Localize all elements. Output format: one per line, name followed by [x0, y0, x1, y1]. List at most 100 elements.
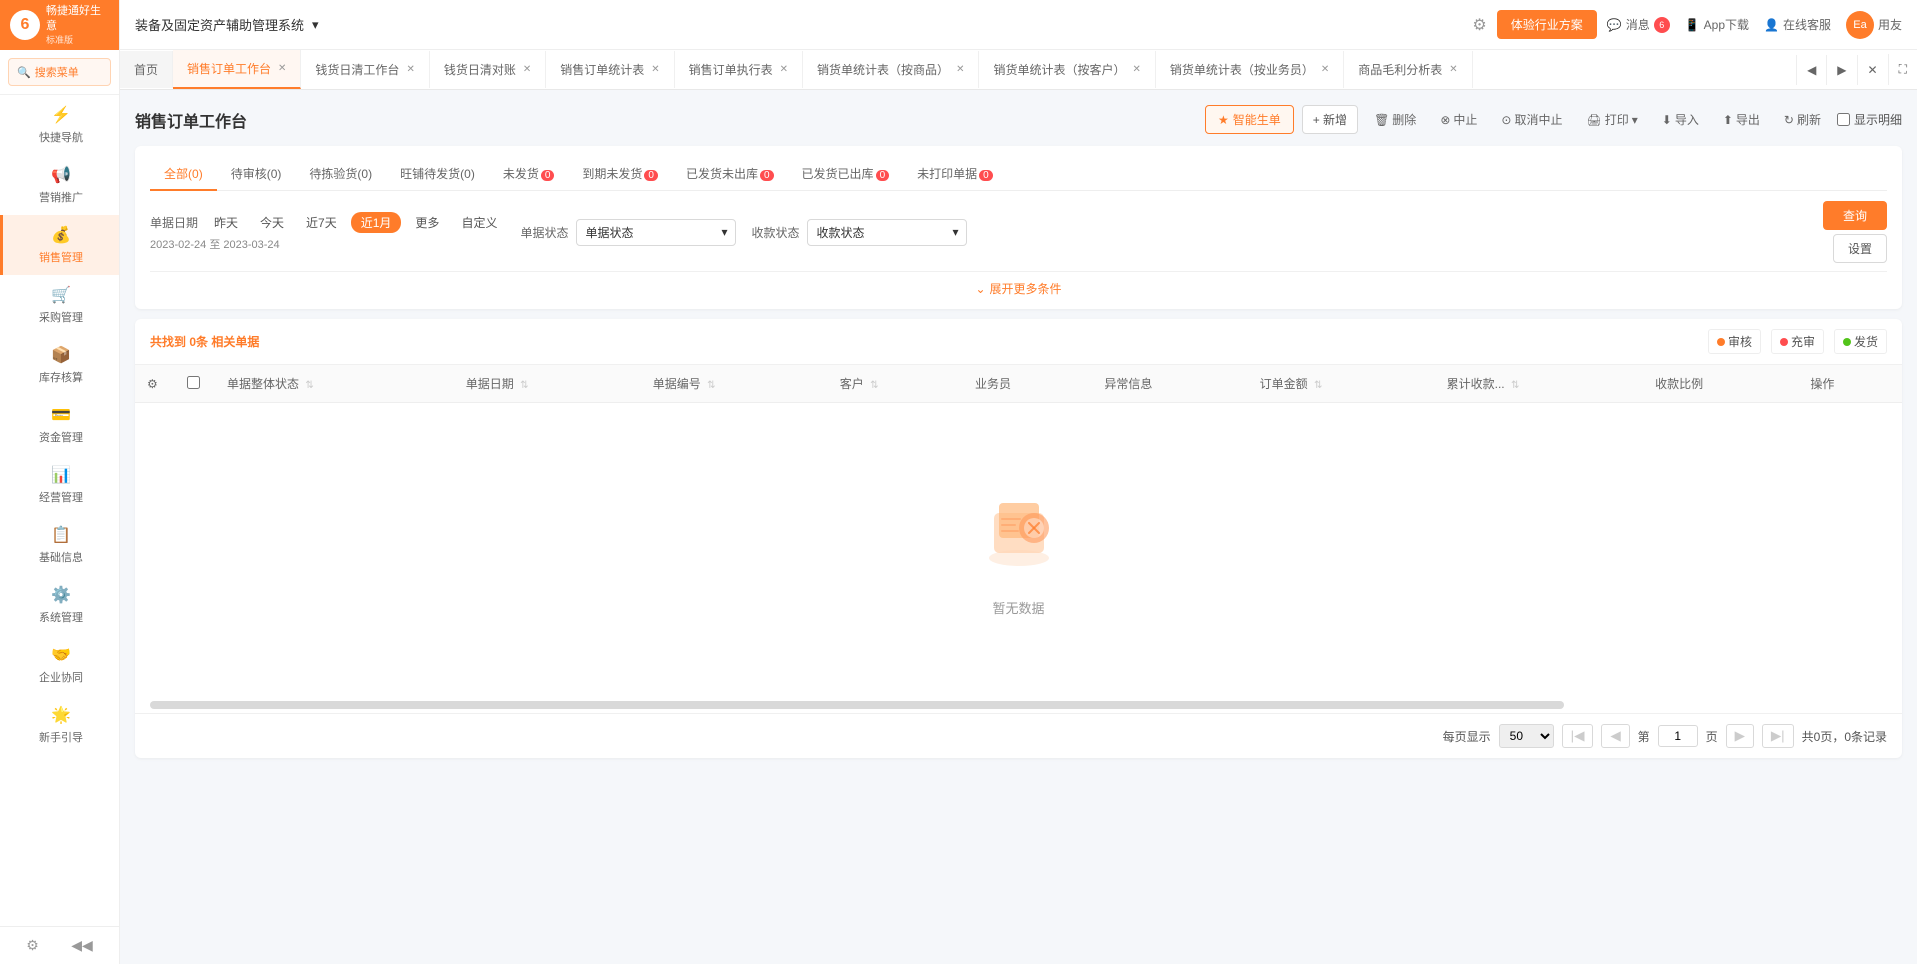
payment-select[interactable]: 收款状态 ▾	[807, 219, 967, 246]
filter-tab-pending-inspect[interactable]: 待拣验货(0)	[295, 158, 386, 191]
col-customer[interactable]: 客户 ⇅	[828, 365, 963, 403]
col-status[interactable]: 单据整体状态 ⇅	[215, 365, 454, 403]
payment-select-arrow: ▾	[952, 225, 958, 239]
filter-tab-wangpu-ship[interactable]: 旺铺待发货(0)	[386, 158, 489, 191]
tab-daily-clear[interactable]: 钱货日清工作台 ✕	[301, 51, 429, 88]
stop-button[interactable]: ⊗ 中止	[1432, 106, 1485, 133]
cancel-stop-button[interactable]: ⊙ 取消中止	[1493, 106, 1570, 133]
col-amount[interactable]: 订单金额 ⇅	[1248, 365, 1435, 403]
date-7days[interactable]: 近7天	[298, 212, 345, 233]
tab-scroll-right[interactable]: ▶	[1826, 55, 1856, 85]
show-detail-checkbox[interactable]	[1837, 113, 1850, 126]
show-detail-checkbox-label[interactable]: 显示明细	[1837, 111, 1902, 128]
tab-scroll-left[interactable]: ◀	[1796, 55, 1826, 85]
search-menu-button[interactable]: 🔍 搜索菜单	[8, 58, 111, 86]
filter-tab-unshipped[interactable]: 未发货0	[489, 158, 569, 191]
online-service-link[interactable]: 👤 在线客服	[1764, 16, 1831, 33]
page-last-button[interactable]: ▶|	[1762, 724, 1794, 748]
sidebar-item-newbie[interactable]: 🌟 新手引导	[0, 695, 119, 755]
tab-sales-order[interactable]: 销售订单工作台 ✕	[173, 50, 301, 89]
sidebar-item-base[interactable]: 📋 基础信息	[0, 515, 119, 575]
date-custom[interactable]: 自定义	[453, 212, 505, 233]
tab-sales-exec[interactable]: 销售订单执行表 ✕	[675, 51, 803, 88]
filter-tab-unprinted[interactable]: 未打印单据0	[903, 158, 1007, 191]
tab-sales-order-close[interactable]: ✕	[278, 63, 286, 74]
tab-sales-stats[interactable]: 销售订单统计表 ✕	[546, 51, 674, 88]
col-checkbox[interactable]	[175, 365, 215, 403]
col-settings[interactable]: ⚙	[135, 365, 175, 403]
export-button[interactable]: ⬆ 导出	[1715, 106, 1768, 133]
sidebar-item-finance[interactable]: 💳 资金管理	[0, 395, 119, 455]
system-dropdown[interactable]: ▾	[312, 17, 319, 33]
select-all-checkbox[interactable]	[187, 376, 200, 389]
col-received[interactable]: 累计收款... ⇅	[1435, 365, 1644, 403]
tab-close-all[interactable]: ✕	[1857, 55, 1888, 85]
message-center[interactable]: 💬 消息 6	[1607, 16, 1670, 33]
tab-sales-customer-close[interactable]: ✕	[1132, 64, 1140, 75]
tab-gross-profit-close[interactable]: ✕	[1449, 64, 1457, 75]
status-select[interactable]: 单据状态 ▾	[576, 219, 736, 246]
filter-settings-button[interactable]: 设置	[1833, 234, 1887, 263]
print-button[interactable]: 🖨 打印 ▾	[1578, 106, 1645, 133]
tab-sales-salesman-close[interactable]: ✕	[1321, 64, 1329, 75]
app-download-link[interactable]: 📱 App下载	[1685, 16, 1749, 33]
review-action-button[interactable]: 审核	[1708, 329, 1761, 354]
message-badge: 6	[1654, 17, 1670, 33]
page-first-button[interactable]: |◀	[1562, 724, 1594, 748]
base-icon: 📋	[51, 525, 71, 545]
tab-sales-exec-close[interactable]: ✕	[780, 64, 788, 75]
tab-sales-goods[interactable]: 销货单统计表（按商品） ✕	[803, 51, 979, 88]
expand-filter-icon: ⌄	[975, 282, 985, 296]
sidebar-item-purchase[interactable]: 🛒 采购管理	[0, 275, 119, 335]
tab-sales-salesman[interactable]: 销货单统计表（按业务员） ✕	[1156, 51, 1344, 88]
ship-action-button[interactable]: 发货	[1834, 329, 1887, 354]
tab-sales-stats-close[interactable]: ✕	[651, 64, 659, 75]
filter-tab-all[interactable]: 全部(0)	[150, 158, 217, 191]
sidebar-item-marketing[interactable]: 📢 营销推广	[0, 155, 119, 215]
date-1month[interactable]: 近1月	[351, 212, 402, 233]
tab-gross-profit[interactable]: 商品毛利分析表 ✕	[1344, 51, 1472, 88]
user-profile[interactable]: Ea 用友	[1846, 11, 1902, 39]
tab-daily-reconcile-close[interactable]: ✕	[523, 64, 531, 75]
refresh-button[interactable]: ↻ 刷新	[1776, 106, 1829, 133]
sidebar-item-system[interactable]: ⚙️ 系统管理	[0, 575, 119, 635]
filter-tab-pending-review[interactable]: 待审核(0)	[217, 158, 296, 191]
sidebar-item-sales[interactable]: 💰 销售管理	[0, 215, 119, 275]
expand-filter-button[interactable]: ⌄ 展开更多条件	[975, 280, 1061, 297]
date-yesterday[interactable]: 昨天	[206, 212, 246, 233]
table-body: 暂无数据	[135, 403, 1902, 698]
filter-tab-shipped-out[interactable]: 已发货已出库0	[788, 158, 904, 191]
tab-sales-customer[interactable]: 销货单统计表（按客户） ✕	[979, 51, 1155, 88]
page-number-input[interactable]	[1658, 725, 1698, 747]
cancel-review-action-button[interactable]: 充审	[1771, 329, 1824, 354]
industry-solution-button[interactable]: 体验行业方案	[1497, 10, 1597, 39]
col-number[interactable]: 单据编号 ⇅	[641, 365, 828, 403]
date-more[interactable]: 更多	[407, 212, 447, 233]
page-prev-button[interactable]: ◀	[1601, 724, 1629, 748]
phone-icon: 📱	[1685, 18, 1700, 32]
date-today[interactable]: 今天	[252, 212, 292, 233]
page-next-button[interactable]: ▶	[1726, 724, 1754, 748]
sidebar-item-operation[interactable]: 📊 经营管理	[0, 455, 119, 515]
tab-daily-clear-close[interactable]: ✕	[406, 64, 414, 75]
filter-tab-overdue-ship[interactable]: 到期未发货0	[568, 158, 672, 191]
sidebar-item-enterprise[interactable]: 🤝 企业协同	[0, 635, 119, 695]
new-button[interactable]: + 新增	[1302, 105, 1358, 134]
tab-sales-goods-close[interactable]: ✕	[956, 64, 964, 75]
tab-daily-reconcile[interactable]: 钱货日清对账 ✕	[430, 51, 546, 88]
delete-button[interactable]: 🗑 删除	[1366, 106, 1424, 133]
import-button[interactable]: ⬇ 导入	[1654, 106, 1707, 133]
filter-tab-shipped-not-out[interactable]: 已发货未出库0	[672, 158, 788, 191]
sidebar-collapse-btn[interactable]: ◀◀	[71, 937, 93, 954]
topbar-settings-icon[interactable]: ⚙	[1472, 15, 1486, 35]
sidebar-item-stock[interactable]: 📦 库存核算	[0, 335, 119, 395]
col-date[interactable]: 单据日期 ⇅	[454, 365, 641, 403]
smart-generate-button[interactable]: ★ 智能生单	[1205, 105, 1294, 134]
page-size-select[interactable]: 50 20 100	[1499, 724, 1554, 748]
horizontal-scrollbar[interactable]	[150, 701, 1564, 709]
sidebar-item-quick-nav[interactable]: ⚡ 快捷导航	[0, 95, 119, 155]
sidebar-settings-btn[interactable]: ⚙	[26, 937, 39, 954]
query-button[interactable]: 查询	[1823, 201, 1887, 230]
tab-home[interactable]: 首页	[120, 51, 173, 88]
tab-maximize[interactable]: ⛶	[1888, 54, 1917, 85]
